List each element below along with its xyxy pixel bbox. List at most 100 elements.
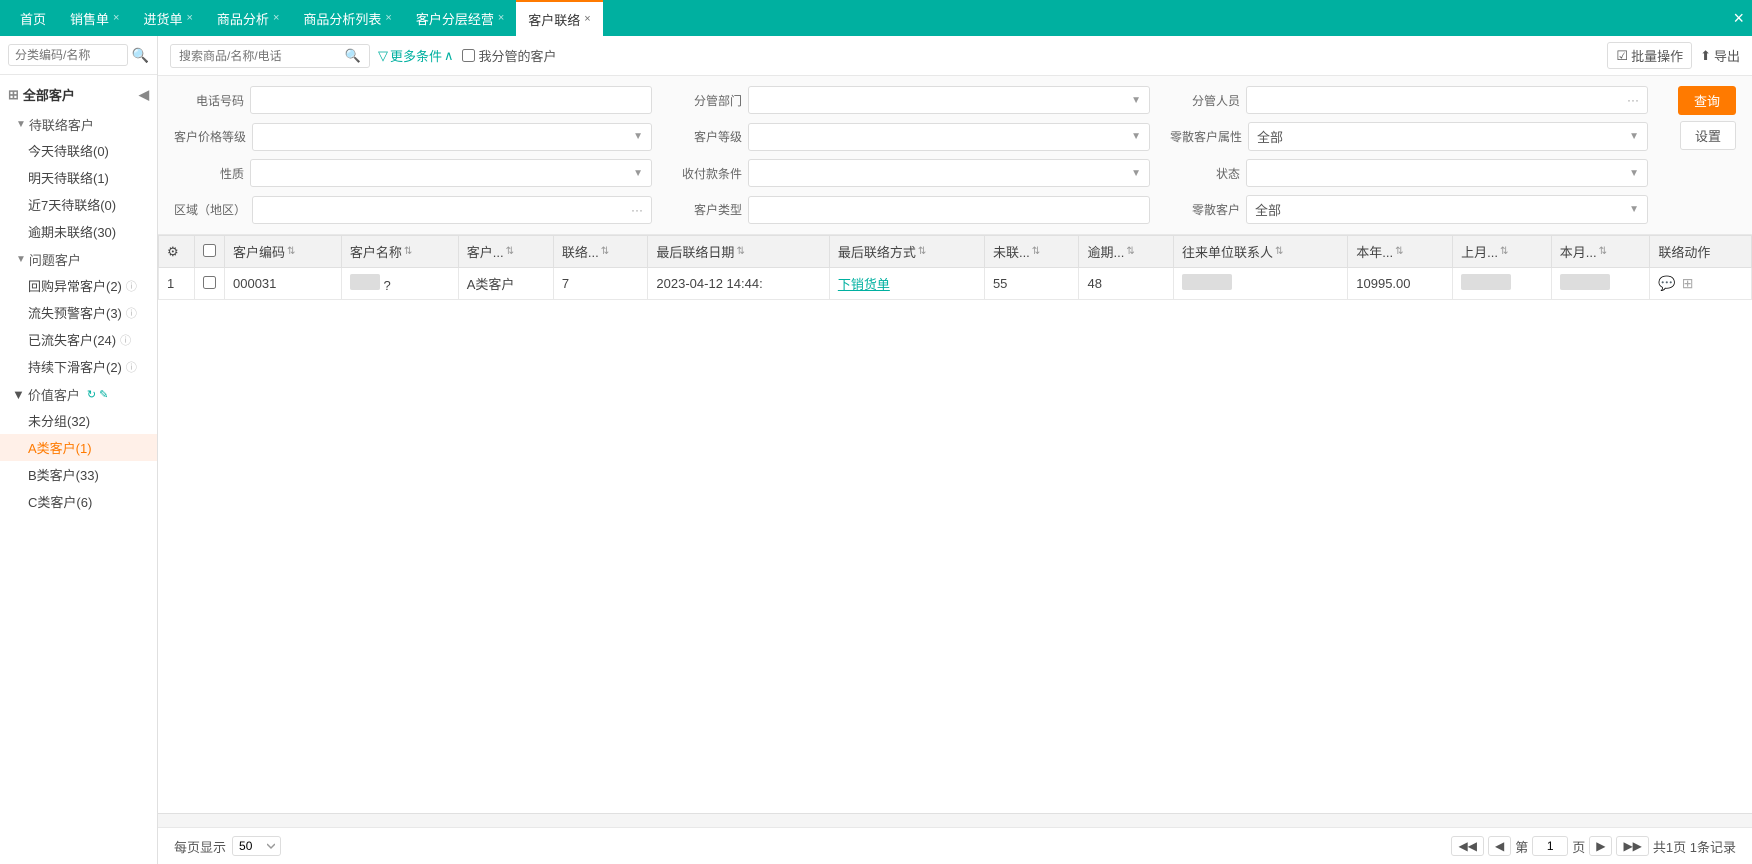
col-overdue-sort[interactable]: ⇅ (1126, 246, 1134, 257)
nav-close-purchase[interactable]: × (186, 12, 192, 24)
nav-customer-tier[interactable]: 客户分层经营 × (404, 0, 516, 36)
status-select[interactable]: ▼ (1246, 159, 1648, 187)
nav-close-contact[interactable]: × (584, 13, 590, 25)
export-btn[interactable]: ⬆ 导出 (1700, 46, 1740, 65)
my-customer-checkbox[interactable] (462, 49, 475, 62)
col-name-sort[interactable]: ⇅ (404, 246, 412, 257)
chat-action-icon[interactable]: 💬 (1658, 275, 1675, 292)
edit-icon[interactable]: ✎ (99, 388, 108, 401)
nav-sales-order[interactable]: 销售单 × (58, 0, 131, 36)
sidebar-item-churned[interactable]: 已流失客户(24) ⓘ (0, 326, 157, 353)
col-settings[interactable]: ⚙ (159, 236, 195, 268)
col-liaison[interactable]: 往来单位联系人 ⇅ (1174, 236, 1348, 268)
nav-product-analysis[interactable]: 商品分析 × (205, 0, 291, 36)
person-input[interactable]: ··· (1246, 86, 1648, 114)
nav-home[interactable]: 首页 (8, 0, 58, 36)
row-checkbox[interactable] (203, 276, 216, 289)
filter-row-1: 电话号码 分管部门 ▼ 分管人员 (174, 86, 1668, 114)
col-last-month-sort[interactable]: ⇅ (1500, 246, 1508, 257)
collapse-icon[interactable]: ◀ (139, 87, 149, 103)
liaison-color-box (1182, 274, 1232, 290)
next-page-btn[interactable]: ▶ (1589, 836, 1612, 856)
filter-my-customer[interactable]: 我分管的客户 (462, 46, 557, 65)
sidebar-item-declining[interactable]: 持续下滑客户(2) ⓘ (0, 353, 157, 380)
page-input[interactable] (1532, 836, 1568, 856)
filter-cell-person: 分管人员 ··· (1170, 86, 1668, 114)
page-label: 第 (1515, 837, 1528, 856)
sidebar-item-b-class[interactable]: B类客户(33) (0, 461, 157, 488)
phone-input[interactable] (250, 86, 652, 114)
nav-customer-contact[interactable]: 客户联络 × (516, 0, 602, 36)
col-last-date-sort[interactable]: ⇅ (736, 246, 744, 257)
col-name[interactable]: 客户名称 ⇅ (341, 236, 458, 268)
col-last-date[interactable]: 最后联络日期 ⇅ (648, 236, 829, 268)
nav-close-product-list[interactable]: × (385, 12, 391, 24)
nature-select[interactable]: ▼ (250, 159, 652, 187)
nav-close-product-analysis[interactable]: × (273, 12, 279, 24)
price-level-select[interactable]: ▼ (252, 123, 652, 151)
last-page-btn[interactable]: ▶▶ (1616, 836, 1648, 856)
col-last-way[interactable]: 最后联络方式 ⇅ (829, 236, 984, 268)
col-this-year-sort[interactable]: ⇅ (1395, 246, 1403, 257)
sidebar-item-unclassified[interactable]: 未分组(32) (0, 407, 157, 434)
pagination-right: ◀◀ ◀ 第 页 ▶ ▶▶ 共1页 1条记录 (1451, 836, 1736, 856)
payment-select[interactable]: ▼ (748, 159, 1150, 187)
col-level[interactable]: 客户... ⇅ (458, 236, 553, 268)
col-contact-count[interactable]: 联络... ⇅ (553, 236, 648, 268)
filter-more-btn[interactable]: ▽ 更多条件 ∧ (378, 46, 454, 65)
customer-level-select[interactable]: ▼ (748, 123, 1150, 151)
type-select[interactable] (748, 196, 1150, 224)
col-last-way-sort[interactable]: ⇅ (918, 246, 926, 257)
col-this-month[interactable]: 本月... ⇅ (1551, 236, 1650, 268)
col-this-month-sort[interactable]: ⇅ (1599, 246, 1607, 257)
retail-select[interactable]: 全部 ▼ (1246, 195, 1648, 224)
sidebar-item-7days[interactable]: 近7天待联络(0) (0, 191, 157, 218)
sidebar-group-pending[interactable]: ▼ 待联络客户 (0, 110, 157, 137)
region-select[interactable]: ··· (252, 196, 652, 224)
settings-button[interactable]: 设置 (1680, 121, 1736, 150)
col-not-contacted-sort[interactable]: ⇅ (1032, 246, 1040, 257)
sidebar-item-overdue[interactable]: 逾期未联络(30) (0, 218, 157, 245)
col-this-year[interactable]: 本年... ⇅ (1348, 236, 1453, 268)
nav-product-analysis-list[interactable]: 商品分析列表 × (291, 0, 403, 36)
sidebar-item-repurchase[interactable]: 回购异常客户(2) ⓘ (0, 272, 157, 299)
scrollbar-inner (158, 814, 1752, 815)
cell-last-way[interactable]: 下销货单 (829, 268, 984, 300)
select-all-checkbox[interactable] (203, 244, 216, 257)
refresh-icon[interactable]: ↻ (87, 388, 96, 401)
col-not-contacted[interactable]: 未联... ⇅ (984, 236, 1079, 268)
per-page-select[interactable]: 50 100 200 (232, 836, 281, 856)
batch-op-btn[interactable]: ☑ 批量操作 (1607, 42, 1692, 69)
sidebar-item-tomorrow[interactable]: 明天待联络(1) (0, 164, 157, 191)
sidebar-item-churning[interactable]: 流失预警客户(3) ⓘ (0, 299, 157, 326)
col-code-sort[interactable]: ⇅ (287, 246, 295, 257)
retail-attr-select[interactable]: 全部 ▼ (1248, 122, 1648, 151)
nav-close-tier[interactable]: × (498, 12, 504, 24)
sidebar-item-today[interactable]: 今天待联络(0) (0, 137, 157, 164)
sidebar-group-value[interactable]: ▼ 价值客户 ↻ ✎ (0, 380, 157, 407)
last-way-link[interactable]: 下销货单 (838, 277, 890, 292)
nav-close-sales[interactable]: × (113, 12, 119, 24)
sidebar-search-input[interactable] (8, 44, 128, 66)
sidebar-all-customers[interactable]: ⊞ 全部客户 ◀ (0, 79, 157, 110)
col-last-month[interactable]: 上月... ⇅ (1453, 236, 1552, 268)
horizontal-scrollbar[interactable] (158, 813, 1752, 827)
filter-search-input[interactable] (179, 49, 345, 63)
col-level-sort[interactable]: ⇅ (506, 246, 514, 257)
sidebar-group-problem[interactable]: ▼ 问题客户 (0, 245, 157, 272)
dept-select[interactable]: ▼ (748, 86, 1150, 114)
col-code[interactable]: 客户编码 ⇅ (225, 236, 342, 268)
sidebar-item-c-class[interactable]: C类客户(6) (0, 488, 157, 515)
nav-close-all[interactable]: × (1733, 8, 1744, 29)
prev-page-btn[interactable]: ◀ (1488, 836, 1511, 856)
col-contact-sort[interactable]: ⇅ (601, 246, 609, 257)
col-liaison-sort[interactable]: ⇅ (1275, 246, 1283, 257)
sidebar-search-icon[interactable]: 🔍 (132, 47, 149, 64)
sidebar-item-a-class[interactable]: A类客户(1) (0, 434, 157, 461)
first-page-btn[interactable]: ◀◀ (1451, 836, 1483, 856)
nav-purchase-order[interactable]: 进货单 × (131, 0, 204, 36)
qr-action-icon[interactable]: ⊞ (1682, 275, 1694, 292)
query-button[interactable]: 查询 (1678, 86, 1736, 115)
filter-search-icon[interactable]: 🔍 (345, 48, 361, 64)
col-overdue[interactable]: 逾期... ⇅ (1079, 236, 1174, 268)
